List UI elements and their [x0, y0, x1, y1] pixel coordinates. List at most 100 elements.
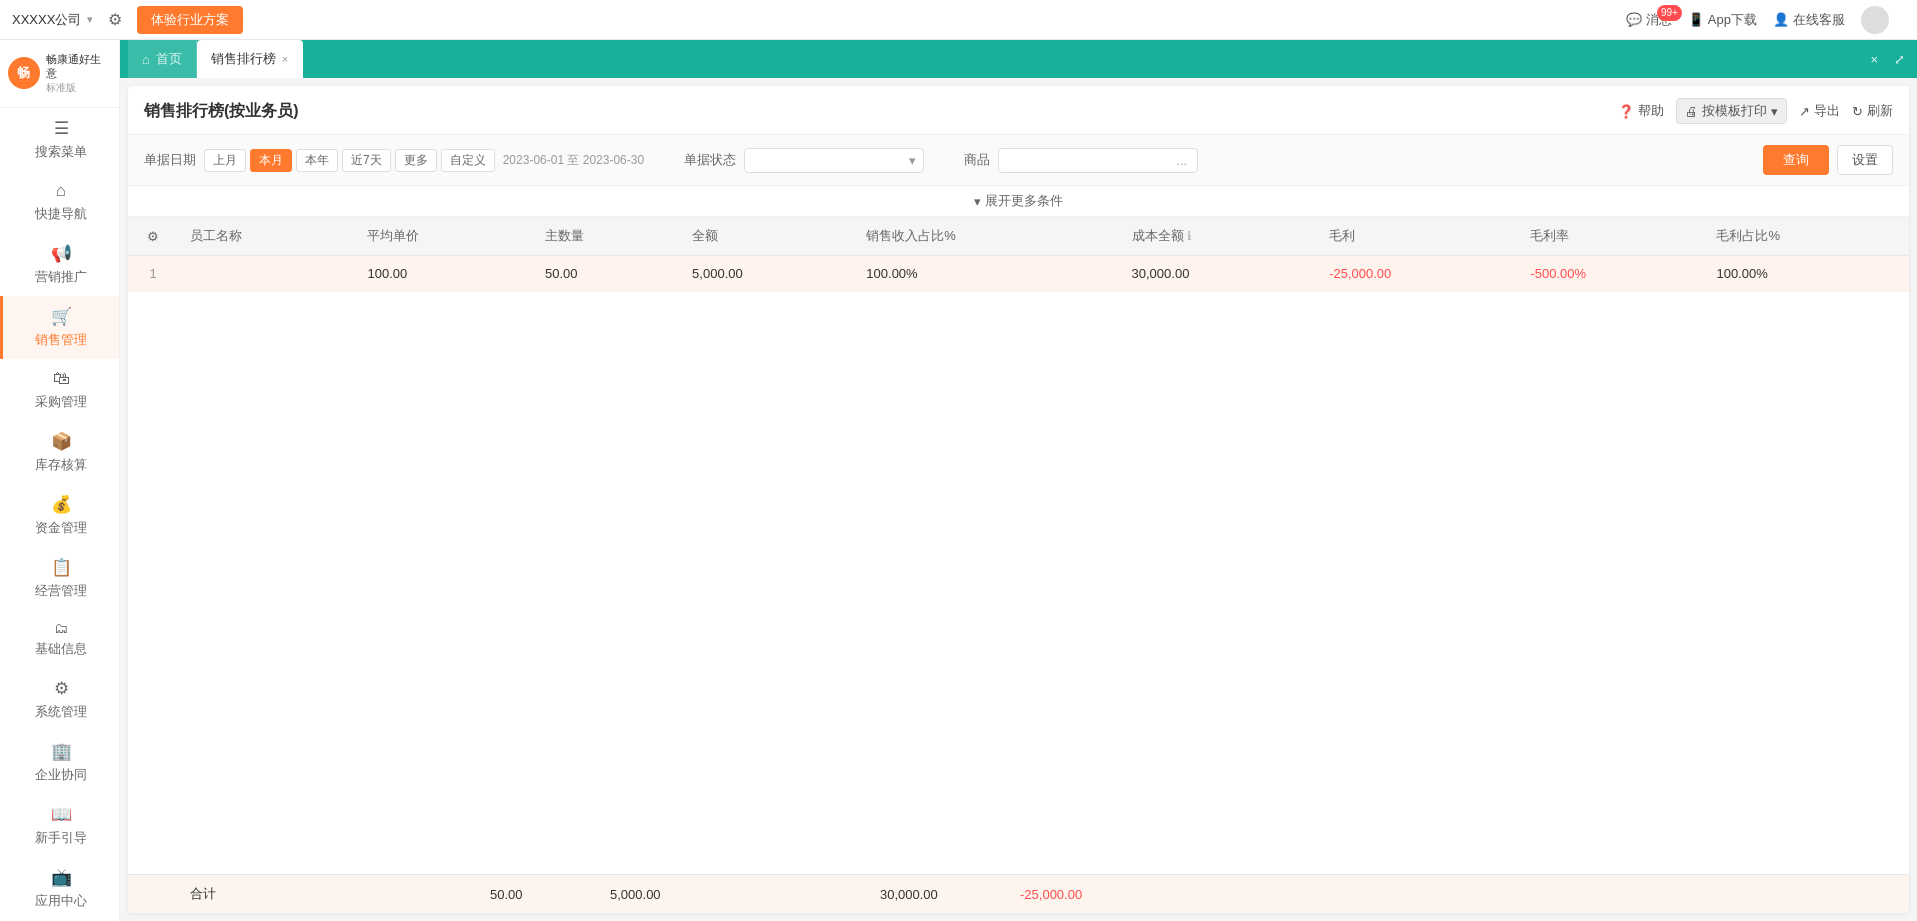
tab-home[interactable]: ⌂ 首页	[128, 40, 197, 78]
refresh-button[interactable]: ↻ 刷新	[1852, 102, 1893, 120]
sidebar-label-marketing: 营销推广	[35, 268, 87, 286]
help-icon: ❓	[1618, 104, 1634, 119]
table-row: 1 100.00 50.00 5,000.00 100.00% 30,000.0…	[128, 256, 1909, 292]
sidebar-label-finance: 资金管理	[35, 519, 87, 537]
app-download-label: App下载	[1708, 11, 1757, 29]
tab-sales-ranking[interactable]: 销售排行榜 ×	[197, 40, 303, 78]
footer-cost-amount: 30,000.00	[880, 887, 1020, 902]
footer-gross-profit: -25,000.00	[1020, 887, 1160, 902]
sidebar-label-enterprise: 企业协同	[35, 766, 87, 784]
page-title: 销售排行榜(按业务员)	[144, 101, 299, 122]
cell-cost-amount: 30,000.00	[1120, 256, 1318, 292]
col-sales-pct: 销售收入占比%	[854, 217, 1119, 256]
date-btn-custom[interactable]: 自定义	[441, 149, 495, 172]
marketing-icon: 📢	[51, 243, 72, 264]
main-layout: 畅 畅康通好生意 标准版 ☰ 搜索菜单 ⌂ 快捷导航 📢 营销推广 🛒 销售管理…	[0, 40, 1917, 921]
settings-icon[interactable]: ⚙	[101, 6, 129, 34]
page-actions: ❓ 帮助 🖨 按模板打印 ▾ ↗ 导出 ↻ 刷新	[1618, 98, 1893, 124]
sidebar-item-basic-info[interactable]: 🗂 基础信息	[0, 610, 119, 668]
footer-amount: 5,000.00	[610, 887, 750, 902]
sidebar-item-guide[interactable]: 📖 新手引导	[0, 794, 119, 857]
date-btn-7days[interactable]: 近7天	[342, 149, 391, 172]
status-filter-label: 单据状态	[684, 151, 736, 169]
expand-conditions-row: ▾ 展开更多条件	[128, 186, 1909, 217]
online-service-button[interactable]: 👤 在线客服	[1773, 11, 1845, 29]
sidebar-label-sales: 销售管理	[35, 331, 87, 349]
cell-avg-price: 100.00	[355, 256, 532, 292]
cost-info-icon[interactable]: ℹ	[1187, 229, 1192, 243]
cell-gross-profit: -25,000.00	[1317, 256, 1518, 292]
goods-filter-label: 商品	[964, 151, 990, 169]
table-header-row: ⚙ 员工名称 平均单价 主数量 全额 销售收入占比% 成本全额 ℹ 毛利 毛利率…	[128, 217, 1909, 256]
company-name: XXXXX公司	[12, 11, 81, 29]
home-icon: ⌂	[142, 52, 150, 67]
operations-icon: 📋	[51, 557, 72, 578]
expand-more-label: 展开更多条件	[985, 192, 1063, 210]
date-btn-last-month[interactable]: 上月	[204, 149, 246, 172]
goods-input-wrap[interactable]: ...	[998, 148, 1198, 173]
table-settings-icon[interactable]: ⚙	[147, 229, 159, 244]
cell-qty: 50.00	[533, 256, 680, 292]
date-range-display: 2023-06-01 至 2023-06-30	[503, 152, 644, 169]
sidebar-label-app-center: 应用中心	[35, 892, 87, 910]
app-center-icon: 📺	[51, 867, 72, 888]
purchase-icon: 🛍	[53, 369, 70, 389]
sidebar-item-sales[interactable]: 🛒 销售管理	[0, 296, 119, 359]
print-icon: 🖨	[1685, 104, 1698, 119]
sidebar-item-quick-nav[interactable]: ⌂ 快捷导航	[0, 171, 119, 233]
tab-bar: ⌂ 首页 销售排行榜 × × ⤢	[120, 40, 1917, 78]
footer-total-label: 合计	[190, 885, 370, 903]
tab-restore-button[interactable]: ⤢	[1890, 48, 1909, 71]
refresh-label: 刷新	[1867, 102, 1893, 120]
sidebar-item-inventory[interactable]: 📦 库存核算	[0, 421, 119, 484]
trial-button[interactable]: 体验行业方案	[137, 6, 243, 34]
sidebar-item-search-order[interactable]: ☰ 搜索菜单	[0, 108, 119, 171]
expand-chevron-icon: ▾	[974, 194, 981, 209]
date-btn-this-month[interactable]: 本月	[250, 149, 292, 172]
sidebar-item-finance[interactable]: 💰 资金管理	[0, 484, 119, 547]
message-icon: 💬	[1626, 12, 1642, 27]
filter-row-1: 单据日期 上月 本月 本年 近7天 更多 自定义 2023-06-01 至 20…	[144, 145, 1893, 175]
sidebar-label-purchase: 采购管理	[35, 393, 87, 411]
date-btn-this-year[interactable]: 本年	[296, 149, 338, 172]
logo-subtitle: 标准版	[46, 81, 111, 95]
sidebar-label-search-order: 搜索菜单	[35, 143, 87, 161]
col-settings: ⚙	[128, 217, 178, 256]
tab-close-all-button[interactable]: ×	[1866, 48, 1882, 71]
col-cost-amount: 成本全额 ℹ	[1120, 217, 1318, 256]
cell-gross-pct: 100.00%	[1704, 256, 1909, 292]
cell-rank: 1	[128, 256, 178, 292]
search-button[interactable]: 查询	[1763, 145, 1829, 175]
app-download-button[interactable]: 📱 App下载	[1688, 11, 1757, 29]
user-avatar[interactable]	[1861, 6, 1889, 34]
status-select[interactable]	[744, 148, 924, 173]
system-icon: ⚙	[54, 678, 69, 699]
print-template-button[interactable]: 🖨 按模板打印 ▾	[1676, 98, 1787, 124]
sidebar-item-enterprise[interactable]: 🏢 企业协同	[0, 731, 119, 794]
sidebar-item-app-center[interactable]: 📺 应用中心	[0, 857, 119, 920]
sidebar-item-operations[interactable]: 📋 经营管理	[0, 547, 119, 610]
company-selector[interactable]: XXXXX公司 ▾	[12, 11, 93, 29]
sidebar-item-system[interactable]: ⚙ 系统管理	[0, 668, 119, 731]
search-order-icon: ☰	[54, 118, 69, 139]
col-qty: 主数量	[533, 217, 680, 256]
col-name: 员工名称	[178, 217, 355, 256]
date-btn-more[interactable]: 更多	[395, 149, 437, 172]
sidebar-item-purchase[interactable]: 🛍 采购管理	[0, 359, 119, 421]
tab-close-icon[interactable]: ×	[282, 53, 288, 65]
help-button[interactable]: ❓ 帮助	[1618, 102, 1664, 120]
cell-name	[178, 256, 355, 292]
top-bar: XXXXX公司 ▾ ⚙ 体验行业方案 💬 消息 99+ 📱 App下载 👤 在线…	[0, 0, 1917, 40]
filter-settings-button[interactable]: 设置	[1837, 145, 1893, 175]
ranking-table: ⚙ 员工名称 平均单价 主数量 全额 销售收入占比% 成本全额 ℹ 毛利 毛利率…	[128, 217, 1909, 292]
inventory-icon: 📦	[51, 431, 72, 452]
export-label: 导出	[1814, 102, 1840, 120]
cell-sales-pct: 100.00%	[854, 256, 1119, 292]
sidebar-item-marketing[interactable]: 📢 营销推广	[0, 233, 119, 296]
date-filter: 单据日期 上月 本月 本年 近7天 更多 自定义 2023-06-01 至 20…	[144, 149, 644, 172]
expand-more-button[interactable]: ▾ 展开更多条件	[974, 192, 1063, 210]
export-button[interactable]: ↗ 导出	[1799, 102, 1840, 120]
status-filter: 单据状态	[684, 148, 924, 173]
message-button[interactable]: 💬 消息 99+	[1626, 11, 1672, 29]
sidebar-label-quick-nav: 快捷导航	[35, 205, 87, 223]
